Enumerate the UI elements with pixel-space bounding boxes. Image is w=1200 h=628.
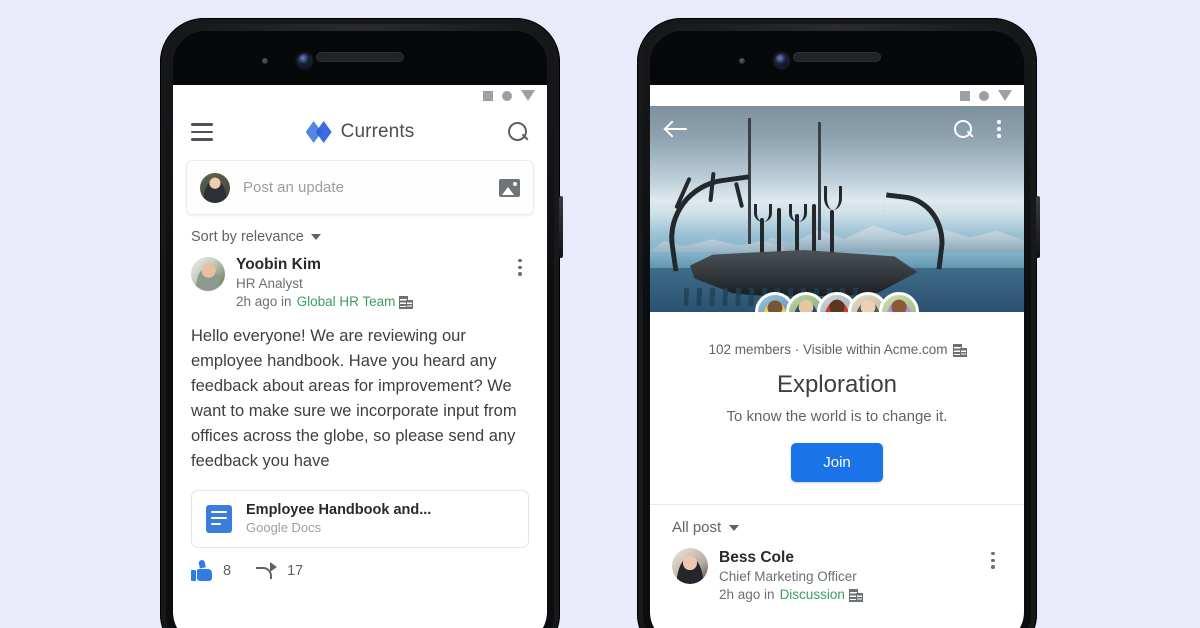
proximity-sensor-icon: [739, 58, 745, 64]
building-icon: [849, 589, 862, 602]
power-button-right-phone[interactable]: [1036, 196, 1040, 258]
circle-icon: [502, 90, 512, 101]
attachment-subtitle: Google Docs: [246, 519, 322, 535]
attachment-text: Employee Handbook and... Google Docs: [246, 501, 431, 537]
page-canvas: Currents Post an update Sort by relevanc…: [0, 0, 1200, 628]
sort-dropdown[interactable]: Sort by relevance: [173, 215, 547, 251]
post-header: Yoobin Kim HR Analyst 2h ago in Global H…: [191, 255, 529, 311]
square-icon: [483, 90, 493, 101]
share-count: 17: [287, 562, 304, 579]
member-avatars[interactable]: [755, 292, 919, 312]
post-attachment-card[interactable]: Employee Handbook and... Google Docs: [191, 489, 529, 548]
sun-voyager-sculpture: [661, 118, 964, 306]
front-camera-icon: [298, 54, 311, 67]
post-body-text: Hello everyone! We are reviewing our emp…: [191, 327, 517, 471]
triangle-down-icon: [998, 90, 1012, 101]
community-title: Exploration: [776, 371, 898, 398]
post-meta: 2h ago in Discussion: [719, 586, 973, 604]
post-time: 2h ago in: [719, 587, 775, 603]
thumbs-up-icon[interactable]: [191, 559, 213, 582]
kebab-menu-icon[interactable]: [984, 548, 1002, 569]
screen-right: 102 members · Visible within Acme.com Ex…: [650, 85, 1024, 628]
front-camera-icon: [775, 54, 788, 67]
circle-icon: [979, 90, 989, 101]
phone-frame-inner: Currents Post an update Sort by relevanc…: [166, 24, 554, 628]
square-icon: [960, 90, 970, 101]
community-meta: 102 members · Visible within Acme.com: [650, 342, 1024, 357]
google-docs-icon: [206, 504, 232, 533]
back-arrow-icon[interactable]: [666, 120, 688, 138]
phone-device-left: Currents Post an update Sort by relevanc…: [160, 18, 563, 628]
post-author-role: Chief Marketing Officer: [719, 569, 857, 585]
post-author-name[interactable]: Yoobin Kim: [236, 255, 500, 275]
phone-top-bezel: [173, 31, 547, 85]
avatar[interactable]: [672, 548, 708, 584]
phone-glass: 102 members · Visible within Acme.com Ex…: [650, 31, 1024, 628]
community-post: Bess Cole Chief Marketing Officer 2h ago…: [650, 536, 1024, 604]
post-meta: 2h ago in Global HR Team: [236, 293, 500, 311]
currents-logo-icon: [305, 121, 332, 143]
feed-post: Yoobin Kim HR Analyst 2h ago in Global H…: [173, 251, 547, 582]
app-bar-right: [650, 106, 1024, 152]
hamburger-menu-icon[interactable]: [191, 123, 213, 141]
app-title: Currents: [340, 121, 415, 142]
phone-glass: Currents Post an update Sort by relevanc…: [173, 31, 547, 628]
screen-left: Currents Post an update Sort by relevanc…: [173, 85, 547, 628]
share-arrow-icon[interactable]: [255, 561, 278, 581]
post-author-block: Yoobin Kim HR Analyst 2h ago in Global H…: [236, 255, 500, 311]
post-filter-dropdown[interactable]: All post: [650, 505, 1024, 536]
phone-frame-inner: 102 members · Visible within Acme.com Ex…: [643, 24, 1031, 628]
kebab-menu-icon[interactable]: [990, 120, 1008, 138]
building-icon: [953, 344, 966, 356]
avatar: [200, 172, 230, 203]
app-bar-left: Currents: [173, 106, 547, 158]
avatar[interactable]: [879, 292, 919, 312]
attachment-title: Employee Handbook and...: [246, 501, 432, 518]
avatar[interactable]: [191, 257, 225, 291]
community-description: To know the world is to change it.: [726, 408, 948, 425]
search-icon[interactable]: [507, 121, 529, 143]
earpiece-speaker: [794, 53, 880, 61]
join-button-wrap: Join: [650, 443, 1024, 482]
power-button-left-phone[interactable]: [559, 196, 563, 258]
post-header: Bess Cole Chief Marketing Officer 2h ago…: [672, 548, 1002, 604]
phone-device-right: 102 members · Visible within Acme.com Ex…: [637, 18, 1040, 628]
community-cover-photo: [650, 106, 1024, 312]
earpiece-speaker: [317, 53, 403, 61]
post-author-name[interactable]: Bess Cole: [719, 548, 973, 568]
status-bar-right: [650, 85, 1024, 106]
join-button[interactable]: Join: [791, 443, 883, 482]
post-group-link[interactable]: Global HR Team: [297, 293, 396, 311]
proximity-sensor-icon: [262, 58, 268, 64]
building-icon: [400, 296, 413, 309]
triangle-down-icon: [521, 90, 535, 101]
phone-top-bezel: [650, 31, 1024, 85]
like-count: 8: [223, 562, 232, 579]
post-reaction-bar: 8 17: [191, 559, 529, 582]
community-meta-text: 102 members · Visible within Acme.com: [708, 342, 948, 357]
post-group-link[interactable]: Discussion: [780, 586, 845, 604]
post-author-block: Bess Cole Chief Marketing Officer 2h ago…: [719, 548, 973, 604]
sort-label: Sort by relevance: [191, 229, 304, 245]
chevron-down-icon: [310, 234, 321, 240]
status-bar-left: [173, 85, 547, 106]
search-icon[interactable]: [953, 119, 974, 140]
compose-placeholder[interactable]: Post an update: [243, 179, 499, 196]
kebab-menu-icon[interactable]: [511, 255, 529, 276]
chevron-down-icon: [729, 524, 740, 531]
post-filter-label: All post: [672, 519, 722, 536]
compose-post-box[interactable]: Post an update: [186, 160, 534, 215]
brand-block: Currents: [213, 121, 507, 143]
image-attach-icon[interactable]: [499, 178, 520, 197]
post-time: 2h ago in: [236, 294, 292, 310]
post-author-role: HR Analyst: [236, 276, 303, 292]
